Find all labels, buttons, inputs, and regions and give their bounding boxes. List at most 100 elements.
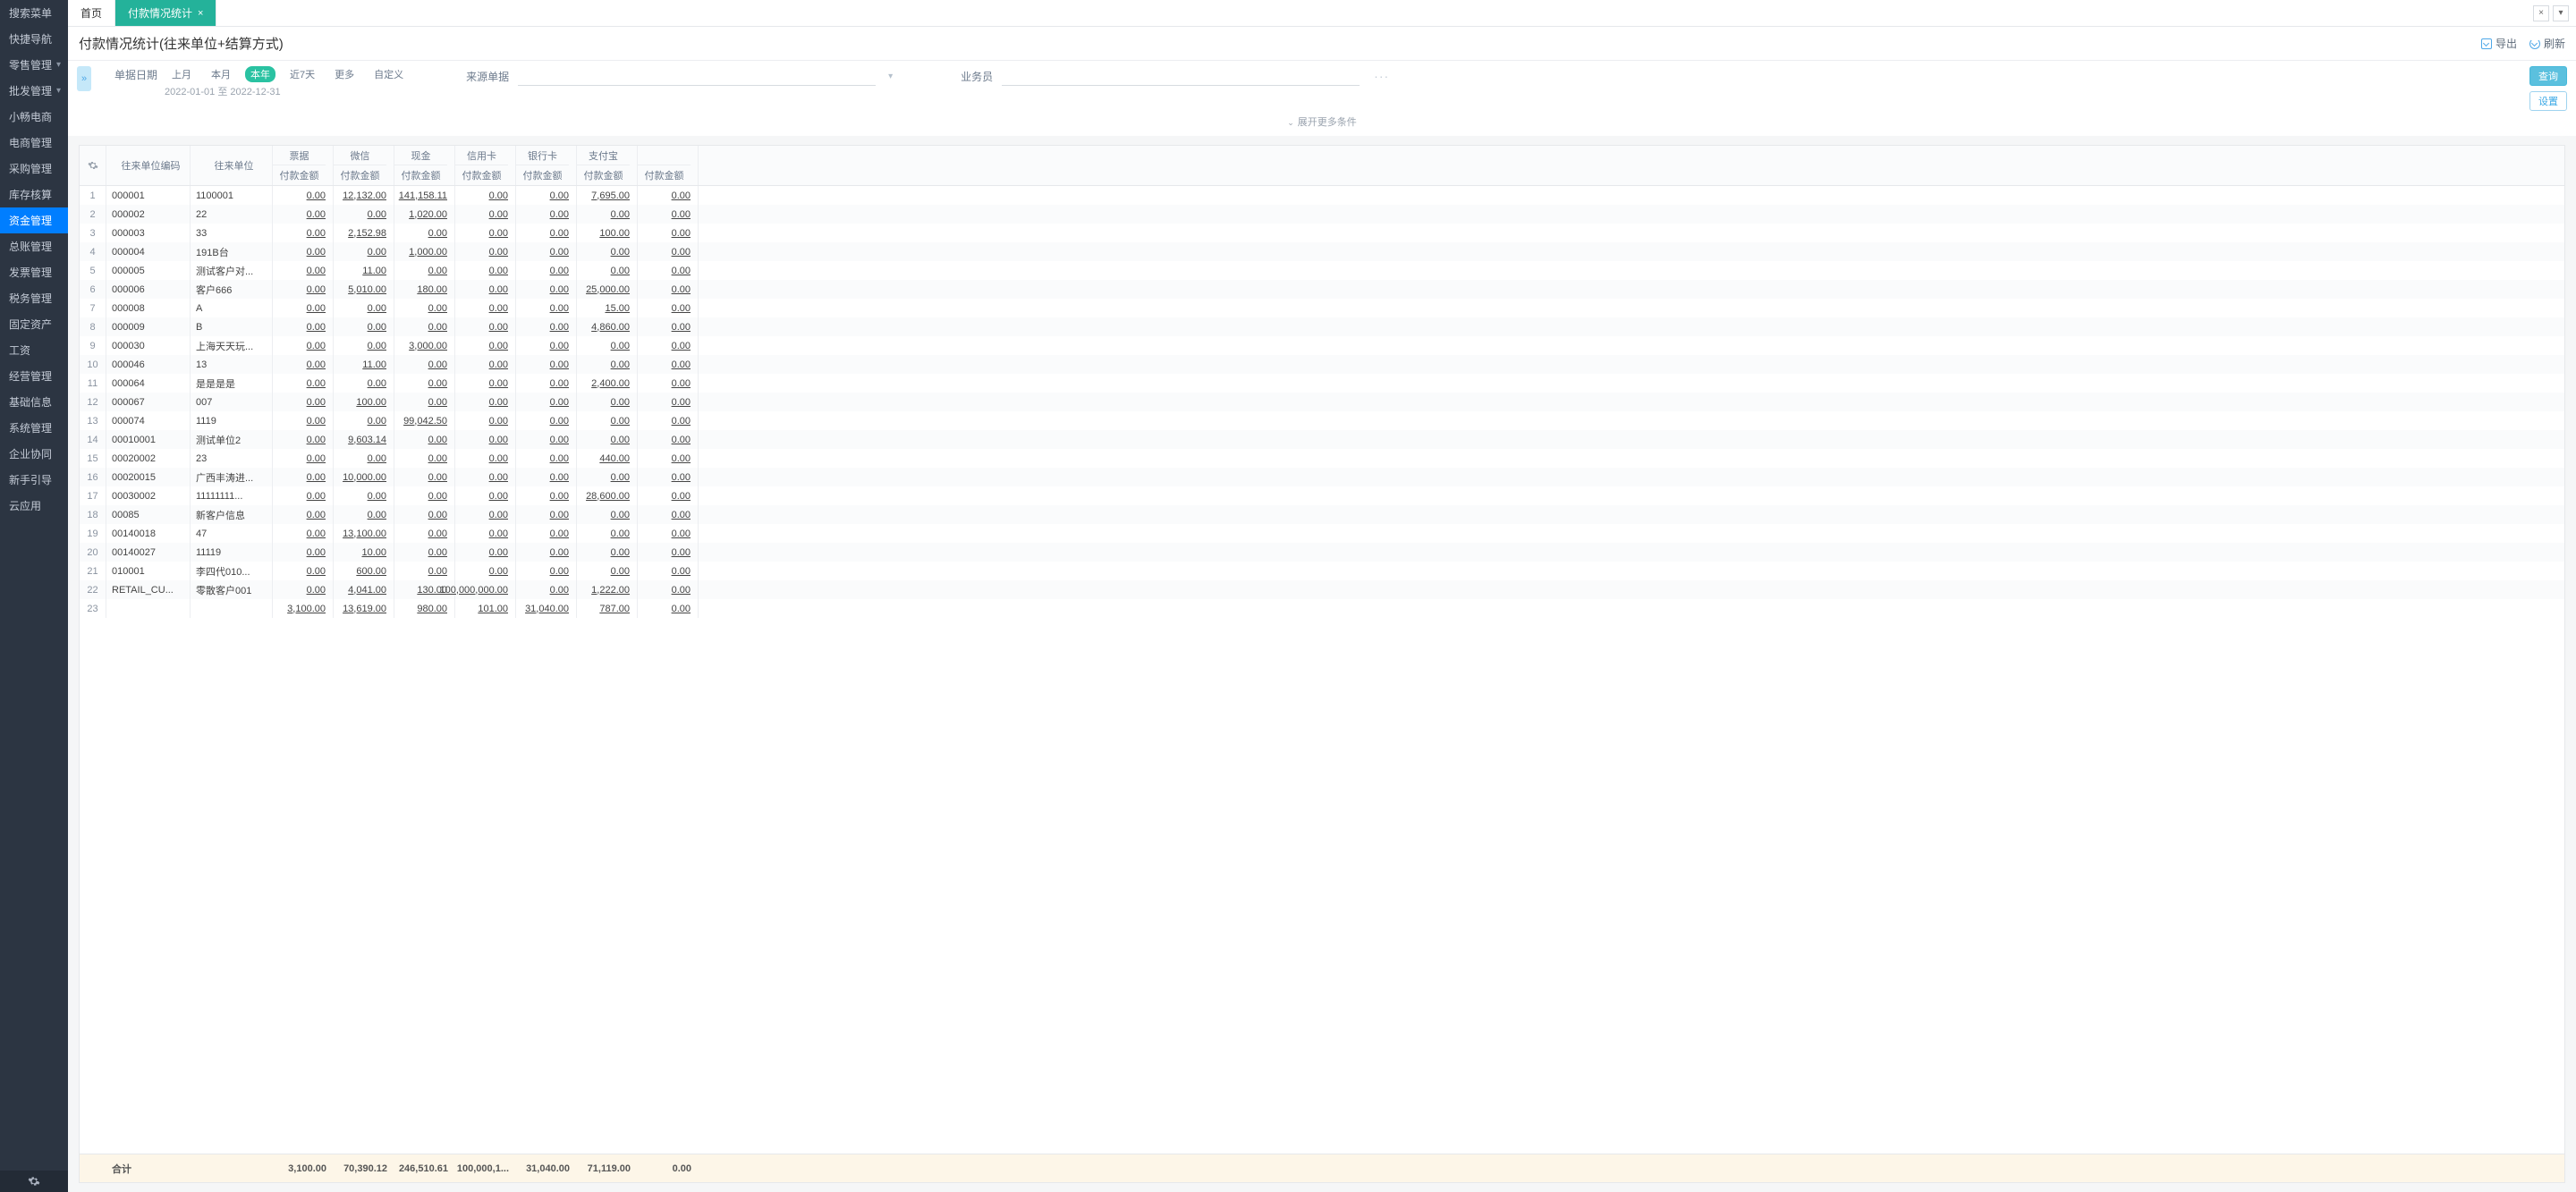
cell[interactable]: 0.00	[638, 205, 699, 224]
cell[interactable]: 25,000.00	[577, 280, 638, 299]
amount-link[interactable]: 4,041.00	[348, 585, 386, 596]
amount-link[interactable]: 25,000.00	[586, 284, 630, 295]
cell[interactable]: 0.00	[455, 242, 516, 261]
table-row[interactable]: 1400010001测试单位20.009,603.140.000.000.000…	[80, 430, 2564, 449]
cell[interactable]: 0.00	[394, 486, 455, 505]
amount-link[interactable]: 0.00	[489, 397, 508, 408]
sidebar-item-17[interactable]: 企业协同	[0, 441, 68, 467]
amount-link[interactable]: 0.00	[368, 416, 386, 427]
query-button[interactable]: 查询	[2529, 66, 2567, 86]
cell[interactable]: 0.00	[638, 242, 699, 261]
cell[interactable]: 0.00	[638, 186, 699, 205]
table-row[interactable]: 22RETAIL_CU...零散客户0010.004,041.00130.001…	[80, 580, 2564, 599]
amount-link[interactable]: 99,042.50	[403, 416, 447, 427]
cell[interactable]: 9,603.14	[334, 430, 394, 449]
cell[interactable]: 0.00	[638, 580, 699, 599]
cell[interactable]: 0.00	[334, 486, 394, 505]
amount-link[interactable]: 3,000.00	[409, 341, 447, 351]
amount-link[interactable]: 180.00	[417, 284, 447, 295]
amount-link[interactable]: 0.00	[550, 209, 569, 220]
salesman-input[interactable]	[1002, 66, 1360, 86]
sidebar-item-10[interactable]: 发票管理	[0, 259, 68, 285]
cell[interactable]: 0.00	[394, 505, 455, 524]
amount-link[interactable]: 0.00	[428, 566, 447, 577]
cell[interactable]: 0.00	[638, 411, 699, 430]
amount-link[interactable]: 2,152.98	[348, 228, 386, 239]
settings-button[interactable]: 设置	[2529, 91, 2567, 111]
cell[interactable]: 0.00	[638, 468, 699, 486]
amount-link[interactable]: 0.00	[489, 247, 508, 258]
amount-link[interactable]: 100.00	[356, 397, 386, 408]
cell[interactable]: 0.00	[394, 224, 455, 242]
amount-link[interactable]: 0.00	[368, 341, 386, 351]
cell[interactable]: 100.00	[334, 393, 394, 411]
cell[interactable]: 980.00	[394, 599, 455, 618]
amount-link[interactable]: 0.00	[672, 247, 691, 258]
amount-link[interactable]: 0.00	[550, 359, 569, 370]
cell[interactable]: 13,100.00	[334, 524, 394, 543]
cell[interactable]: 0.00	[394, 524, 455, 543]
amount-link[interactable]: 0.00	[307, 284, 326, 295]
cell[interactable]: 0.00	[273, 186, 334, 205]
col-group-6[interactable]: 付款金额	[638, 146, 699, 185]
cell[interactable]: 0.00	[638, 562, 699, 580]
table-row[interactable]: 11000064是是是是0.000.000.000.000.002,400.00…	[80, 374, 2564, 393]
cell[interactable]: 0.00	[334, 299, 394, 317]
amount-link[interactable]: 0.00	[489, 378, 508, 389]
amount-link[interactable]: 0.00	[307, 453, 326, 464]
expand-filters-button[interactable]: ⌄展开更多条件	[68, 111, 2576, 136]
cell[interactable]: 0.00	[516, 205, 577, 224]
amount-link[interactable]: 0.00	[550, 378, 569, 389]
col-name[interactable]: 往来单位	[191, 146, 273, 185]
cell[interactable]: 0.00	[273, 468, 334, 486]
amount-link[interactable]: 15.00	[605, 303, 630, 314]
sidebar-item-18[interactable]: 新手引导	[0, 467, 68, 493]
amount-link[interactable]: 0.00	[368, 378, 386, 389]
table-row[interactable]: 21010001李四代010...0.00600.000.000.000.000…	[80, 562, 2564, 580]
cell[interactable]: 11.00	[334, 355, 394, 374]
amount-link[interactable]: 0.00	[307, 266, 326, 276]
cell[interactable]: 0.00	[577, 261, 638, 280]
close-icon[interactable]: ×	[198, 8, 203, 19]
cell[interactable]: 0.00	[516, 449, 577, 468]
amount-link[interactable]: 0.00	[307, 247, 326, 258]
amount-link[interactable]: 0.00	[428, 266, 447, 276]
cell[interactable]: 0.00	[516, 242, 577, 261]
cell[interactable]: 0.00	[455, 543, 516, 562]
cell[interactable]: 0.00	[273, 205, 334, 224]
cell[interactable]: 10,000.00	[334, 468, 394, 486]
amount-link[interactable]: 0.00	[368, 510, 386, 520]
amount-link[interactable]: 0.00	[489, 491, 508, 502]
sidebar-item-3[interactable]: 批发管理▾	[0, 78, 68, 104]
amount-link[interactable]: 0.00	[489, 303, 508, 314]
cell[interactable]: 0.00	[273, 317, 334, 336]
amount-link[interactable]: 31,040.00	[525, 604, 569, 614]
amount-link[interactable]: 13,619.00	[343, 604, 386, 614]
source-input[interactable]	[518, 66, 876, 86]
amount-link[interactable]: 100,000,000.00	[440, 585, 508, 596]
cell[interactable]: 1,222.00	[577, 580, 638, 599]
sidebar-item-4[interactable]: 小畅电商	[0, 104, 68, 130]
cell[interactable]: 0.00	[455, 355, 516, 374]
amount-link[interactable]: 0.00	[672, 510, 691, 520]
cell[interactable]: 0.00	[577, 355, 638, 374]
cell[interactable]: 0.00	[455, 205, 516, 224]
cell[interactable]: 0.00	[455, 430, 516, 449]
amount-link[interactable]: 0.00	[489, 359, 508, 370]
amount-link[interactable]: 0.00	[489, 528, 508, 539]
amount-link[interactable]: 0.00	[428, 359, 447, 370]
cell[interactable]: 0.00	[394, 374, 455, 393]
amount-link[interactable]: 0.00	[550, 453, 569, 464]
amount-link[interactable]: 0.00	[307, 528, 326, 539]
cell[interactable]: 15.00	[577, 299, 638, 317]
amount-link[interactable]: 0.00	[307, 359, 326, 370]
cell[interactable]: 0.00	[394, 355, 455, 374]
cell[interactable]: 0.00	[273, 486, 334, 505]
cell[interactable]: 3,000.00	[394, 336, 455, 355]
amount-link[interactable]: 0.00	[428, 435, 447, 445]
cell[interactable]: 11.00	[334, 261, 394, 280]
amount-link[interactable]: 12,132.00	[343, 190, 386, 201]
amount-link[interactable]: 0.00	[428, 472, 447, 483]
amount-link[interactable]: 9,603.14	[348, 435, 386, 445]
amount-link[interactable]: 0.00	[489, 510, 508, 520]
